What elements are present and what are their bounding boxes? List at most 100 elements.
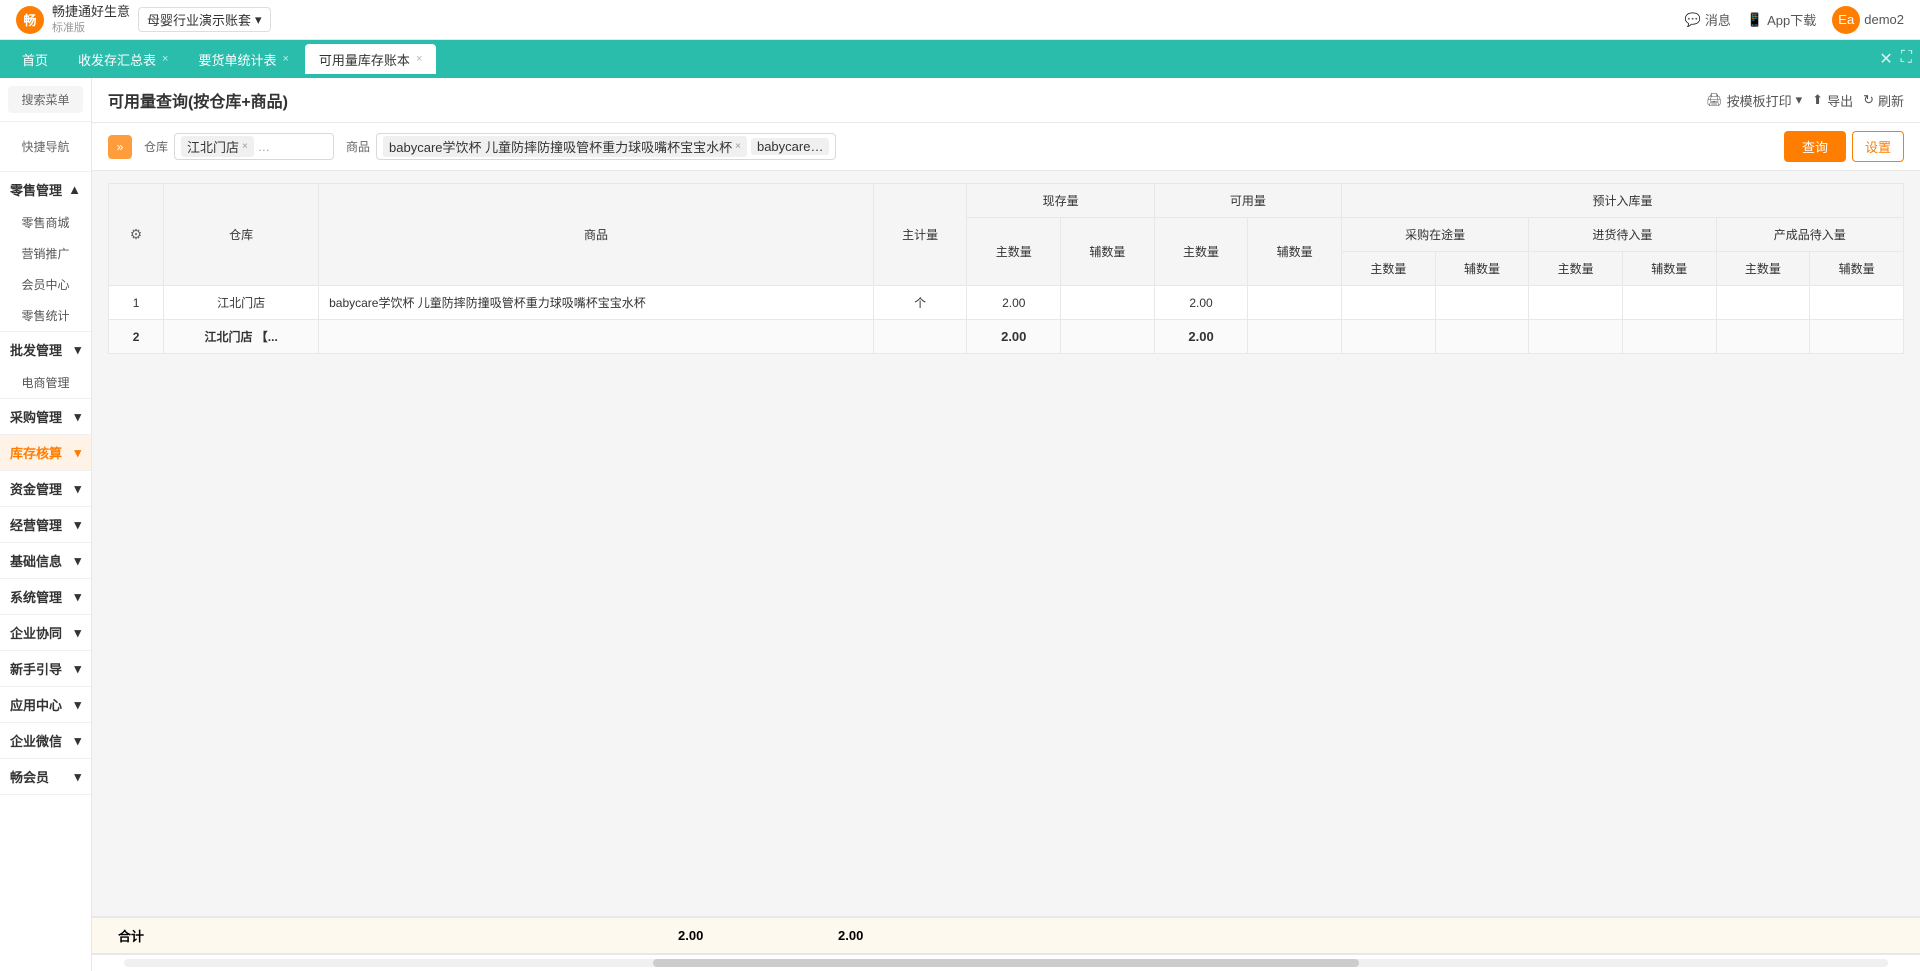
sidebar-section-retail-header[interactable]: 零售管理 ▲ — [0, 172, 91, 207]
page-title: 可用量查询(按仓库+商品) — [108, 88, 288, 112]
filter-actions: 查询 设置 — [1784, 131, 1904, 162]
scroll-thumb — [653, 959, 1359, 967]
sidebar-section-operations: 经营管理 ▾ — [0, 507, 91, 543]
col-purchase-auxqty: 辅数量 — [1435, 252, 1529, 286]
tab-home[interactable]: 首页 — [8, 44, 62, 74]
avatar: Ea — [1832, 6, 1860, 34]
col-product-header: 商品 — [319, 184, 874, 286]
nav-right-buttons: ✕ ⛶ — [1879, 49, 1912, 69]
cell-no-1: 1 — [109, 286, 164, 320]
sidebar-section-wholesale-header[interactable]: 批发管理 ▾ — [0, 332, 91, 367]
message-button[interactable]: 💬 消息 — [1685, 10, 1731, 29]
cell-prod-aux-2 — [1810, 320, 1904, 354]
sidebar-section-inventory: 库存核算 ▾ — [0, 435, 91, 471]
sidebar-section-purchase-header[interactable]: 采购管理 ▾ — [0, 399, 91, 434]
sidebar-section-wecom-header[interactable]: 企业微信 ▾ — [0, 723, 91, 758]
sidebar-item-members[interactable]: 会员中心 — [0, 269, 91, 300]
page-actions: 🖨 按模板打印 ▾ ⬆ 导出 ↻ 刷新 — [1706, 91, 1904, 110]
cell-inb-main-2 — [1529, 320, 1623, 354]
col-inbound-mainqty: 主数量 — [1529, 252, 1623, 286]
filter-bar: » 仓库 江北门店 × … 商品 babycare学饮杯 儿童防摔防撞吸管杯重力… — [92, 123, 1920, 171]
stock-table: ⚙ 仓库 商品 主计量 现存量 可用量 预计入库量 主数量 辅数量 主数量 辅数… — [108, 183, 1904, 354]
chevron-right-icon: ▾ — [74, 445, 81, 461]
col-warehouse-header: 仓库 — [164, 184, 319, 286]
cell-avail-main-1: 2.00 — [1154, 286, 1248, 320]
sidebar-section-purchase: 采购管理 ▾ — [0, 399, 91, 435]
sidebar-section-finance-header[interactable]: 资金管理 ▾ — [0, 471, 91, 506]
logo-icon: 畅 — [16, 6, 44, 34]
cell-inb-main-1 — [1529, 286, 1623, 320]
sidebar-item-retail-stats[interactable]: 零售统计 — [0, 300, 91, 331]
tab-available-stock[interactable]: 可用量库存账本 × — [305, 44, 436, 74]
remove-product-tag[interactable]: × — [735, 141, 741, 152]
product-tags-input[interactable]: babycare学饮杯 儿童防摔防撞吸管杯重力球吸嘴杯宝宝水杯 × babyca… — [376, 133, 836, 160]
tab-income-expense[interactable]: 收发存汇总表 × — [64, 44, 182, 74]
sidebar-item-marketing[interactable]: 营销推广 — [0, 238, 91, 269]
export-button[interactable]: ⬆ 导出 — [1812, 91, 1853, 110]
warehouse-more[interactable]: … — [258, 140, 270, 154]
chevron-right-icon: ▾ — [74, 769, 81, 785]
cell-avail-main-2: 2.00 — [1154, 320, 1248, 354]
search-menu-button[interactable]: 搜索菜单 — [8, 86, 83, 113]
col-currentstock-header: 现存量 — [967, 184, 1154, 218]
table-area: ⚙ 仓库 商品 主计量 现存量 可用量 预计入库量 主数量 辅数量 主数量 辅数… — [92, 171, 1920, 916]
remove-warehouse-tag[interactable]: × — [242, 141, 248, 152]
sidebar-item-retail-mall[interactable]: 零售商城 — [0, 207, 91, 238]
sidebar-section-operations-header[interactable]: 经营管理 ▾ — [0, 507, 91, 542]
sidebar-section-membership-header[interactable]: 畅会员 ▾ — [0, 759, 91, 794]
cell-cur-aux-1 — [1061, 286, 1155, 320]
horizontal-scrollbar[interactable] — [124, 959, 1888, 967]
sidebar-section-system-header[interactable]: 系统管理 ▾ — [0, 579, 91, 614]
product-tag-babycare2: babycare… — [751, 138, 829, 155]
close-window-icon[interactable]: ✕ — [1879, 49, 1892, 69]
sidebar-section-inventory-header[interactable]: 库存核算 ▾ — [0, 435, 91, 470]
brand-text: 畅捷通好生意 标准版 — [52, 4, 130, 35]
cell-pur-aux-1 — [1435, 286, 1529, 320]
industry-selector[interactable]: 母婴行业演示账套 ▾ — [138, 7, 271, 32]
sidebar-section-system: 系统管理 ▾ — [0, 579, 91, 615]
sidebar-item-ecommerce[interactable]: 电商管理 — [0, 367, 91, 398]
sidebar-section-basics-header[interactable]: 基础信息 ▾ — [0, 543, 91, 578]
cell-avail-aux-2 — [1248, 320, 1342, 354]
cell-inb-aux-1 — [1622, 286, 1716, 320]
settings-button[interactable]: 设置 — [1852, 131, 1904, 162]
footer-current-total: 2.00 — [651, 928, 731, 943]
filter-expand-button[interactable]: » — [108, 135, 132, 159]
warehouse-filter: 仓库 江北门店 × … — [144, 133, 334, 160]
tab-order-stats[interactable]: 要货单统计表 × — [184, 44, 302, 74]
table-footer: 合计 2.00 2.00 — [92, 916, 1920, 954]
cell-warehouse-1: 江北门店 — [164, 286, 319, 320]
close-tab-income[interactable]: × — [162, 53, 168, 65]
message-icon: 💬 — [1685, 12, 1701, 28]
print-template-button[interactable]: 🖨 按模板打印 ▾ — [1706, 91, 1802, 110]
query-button[interactable]: 查询 — [1784, 131, 1846, 162]
warehouse-tags-input[interactable]: 江北门店 × … — [174, 133, 334, 160]
warehouse-label: 仓库 — [144, 138, 168, 155]
col-prod-auxqty: 辅数量 — [1810, 252, 1904, 286]
close-tab-available[interactable]: × — [416, 53, 422, 65]
col-available-header: 可用量 — [1154, 184, 1341, 218]
sidebar-item-quick-nav[interactable]: 快捷导航 — [0, 130, 91, 163]
chevron-up-icon: ▲ — [68, 182, 81, 197]
chevron-right-icon: ▾ — [74, 625, 81, 641]
print-icon: 🖨 — [1706, 92, 1723, 108]
col-prod-mainqty: 主数量 — [1716, 252, 1810, 286]
user-menu[interactable]: Ea demo2 — [1832, 6, 1904, 34]
scrollbar-area — [92, 954, 1920, 971]
app-download-button[interactable]: 📱 App下载 — [1747, 10, 1816, 29]
sidebar-section-appcenter-header[interactable]: 应用中心 ▾ — [0, 687, 91, 722]
cell-pur-aux-2 — [1435, 320, 1529, 354]
sidebar-section-enterprise-header[interactable]: 企业协同 ▾ — [0, 615, 91, 650]
page-header: 可用量查询(按仓库+商品) 🖨 按模板打印 ▾ ⬆ 导出 ↻ 刷新 — [92, 78, 1920, 123]
sidebar-section-enterprise: 企业协同 ▾ — [0, 615, 91, 651]
expand-window-icon[interactable]: ⛶ — [1901, 49, 1912, 69]
close-tab-order[interactable]: × — [282, 53, 288, 65]
column-settings-icon[interactable]: ⚙ — [130, 226, 143, 242]
table-row: 2 江北门店 【... 2.00 2.00 — [109, 320, 1904, 354]
col-settings-header[interactable]: ⚙ — [109, 184, 164, 286]
sidebar-section-newguide-header[interactable]: 新手引导 ▾ — [0, 651, 91, 686]
product-filter: 商品 babycare学饮杯 儿童防摔防撞吸管杯重力球吸嘴杯宝宝水杯 × bab… — [346, 133, 836, 160]
cell-prod-aux-1 — [1810, 286, 1904, 320]
refresh-button[interactable]: ↻ 刷新 — [1863, 91, 1904, 110]
sidebar-section-membership: 畅会员 ▾ — [0, 759, 91, 795]
